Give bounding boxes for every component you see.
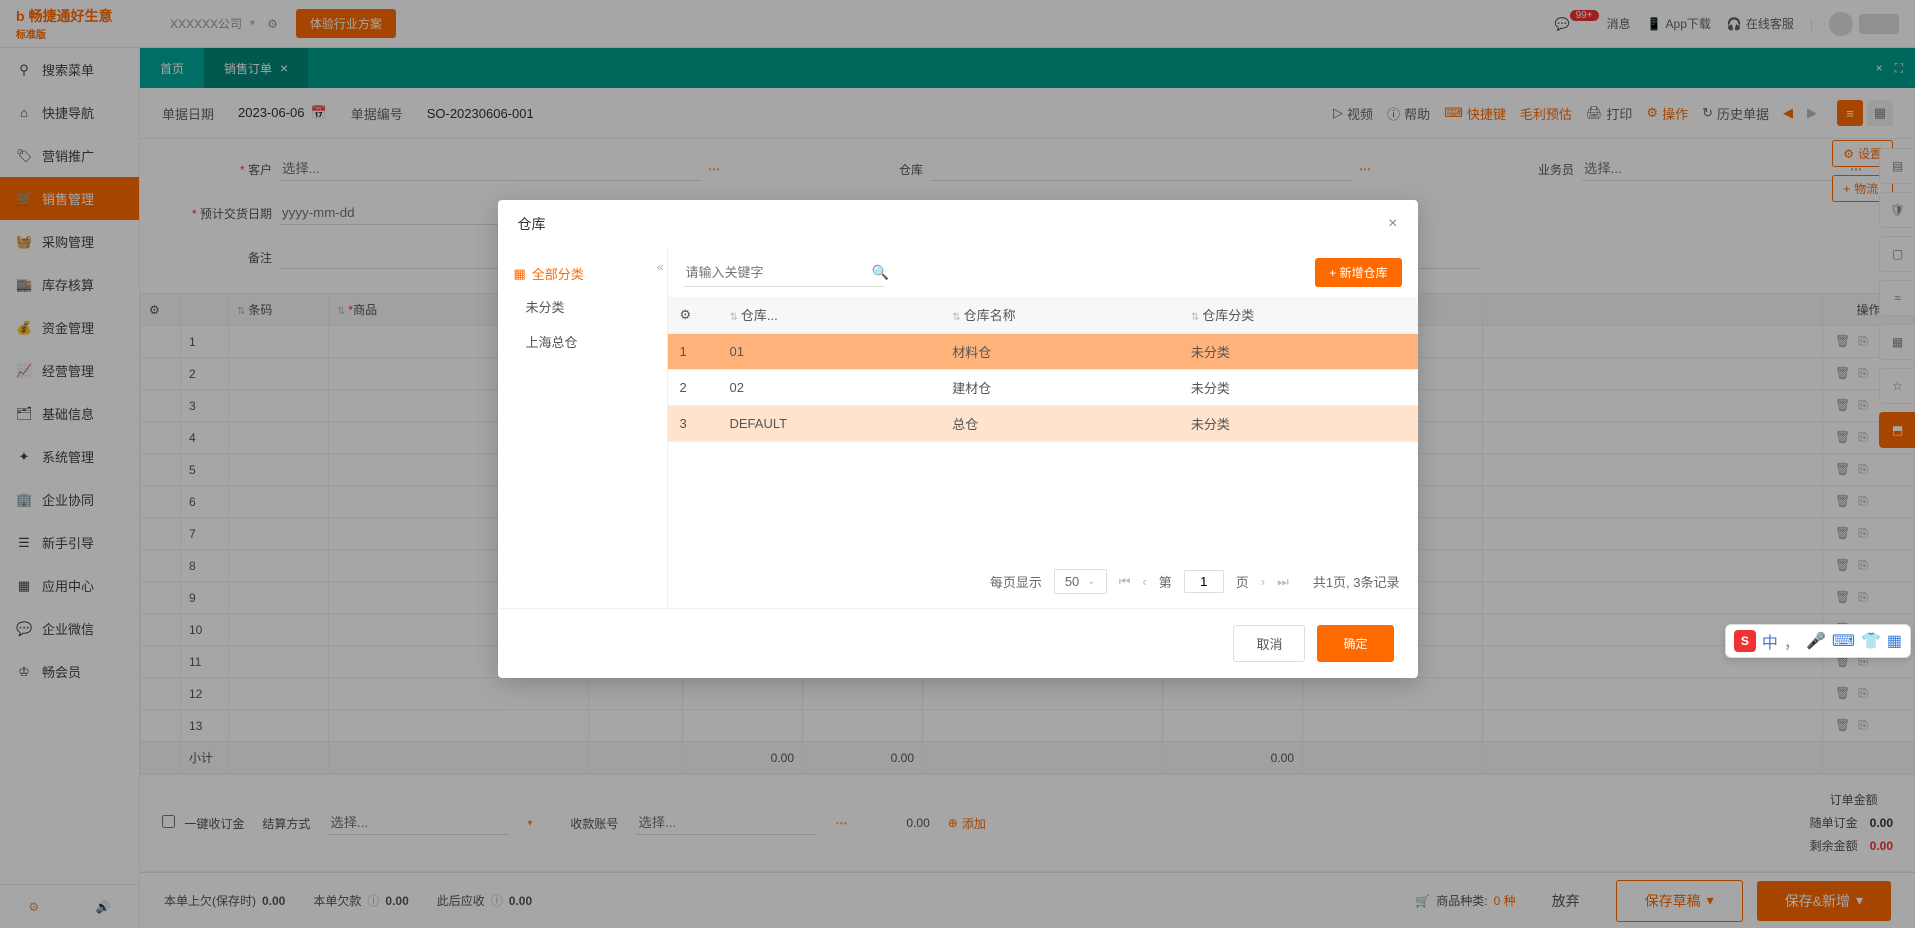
page-input[interactable] (1184, 570, 1224, 593)
page-size-select[interactable]: 50⌄ (1054, 569, 1107, 594)
warehouse-row[interactable]: 3DEFAULT总仓未分类 (668, 405, 1418, 441)
warehouse-modal: 仓库 × ▦全部分类 未分类上海总仓 « 🔍 + 新增仓库 ⚙ (498, 200, 1418, 678)
collapse-tree-icon[interactable]: « (653, 256, 668, 278)
confirm-button[interactable]: 确定 (1317, 625, 1393, 662)
ime-toolbar[interactable]: S 中 ， 🎤 ⌨ 👕 ▦ (1725, 624, 1911, 658)
ime-toolbox-icon[interactable]: ▦ (1887, 631, 1902, 651)
mcol-code[interactable]: ⇅仓库... (718, 297, 941, 333)
ime-keyboard-icon[interactable]: ⌨ (1832, 631, 1855, 651)
modal-tree: ▦全部分类 未分类上海总仓 « (498, 248, 668, 608)
mcol-gear[interactable]: ⚙ (668, 297, 718, 333)
warehouse-table: ⚙ ⇅仓库... ⇅仓库名称 ⇅仓库分类 101材料仓未分类202建材仓未分类3… (668, 297, 1418, 442)
modal-pager: 每页显示 50⌄ ⏮ ‹ 第 页 › ⏭ 共1页, 3条记录 (668, 555, 1418, 608)
cancel-button[interactable]: 取消 (1233, 625, 1305, 662)
tree-item[interactable]: 上海总仓 (498, 324, 667, 359)
modal-title: 仓库 (518, 214, 546, 234)
prev-page-icon[interactable]: ‹ (1142, 574, 1146, 589)
mcol-cat[interactable]: ⇅仓库分类 (1179, 297, 1418, 333)
close-icon[interactable]: × (1388, 215, 1397, 233)
warehouse-row[interactable]: 101材料仓未分类 (668, 333, 1418, 369)
grid-icon: ▦ (514, 266, 526, 282)
mcol-name[interactable]: ⇅仓库名称 (940, 297, 1179, 333)
modal-overlay[interactable]: 仓库 × ▦全部分类 未分类上海总仓 « 🔍 + 新增仓库 ⚙ (0, 0, 1915, 928)
tree-root[interactable]: ▦全部分类 (498, 258, 667, 289)
ime-punct-icon[interactable]: ， (1784, 629, 1800, 653)
search-icon[interactable]: 🔍 (872, 264, 889, 281)
search-input[interactable] (684, 259, 884, 287)
first-page-icon[interactable]: ⏮ (1119, 574, 1131, 590)
ime-mic-icon[interactable]: 🎤 (1806, 631, 1826, 651)
ime-lang-icon[interactable]: 中 (1762, 629, 1778, 653)
ime-skin-icon[interactable]: 👕 (1861, 631, 1881, 651)
last-page-icon[interactable]: ⏭ (1277, 574, 1289, 590)
next-page-icon[interactable]: › (1261, 574, 1265, 589)
add-warehouse-button[interactable]: + 新增仓库 (1315, 258, 1401, 287)
tree-item[interactable]: 未分类 (498, 289, 667, 324)
pager-info: 共1页, 3条记录 (1313, 572, 1400, 591)
warehouse-row[interactable]: 202建材仓未分类 (668, 369, 1418, 405)
ime-logo-icon: S (1734, 630, 1756, 652)
